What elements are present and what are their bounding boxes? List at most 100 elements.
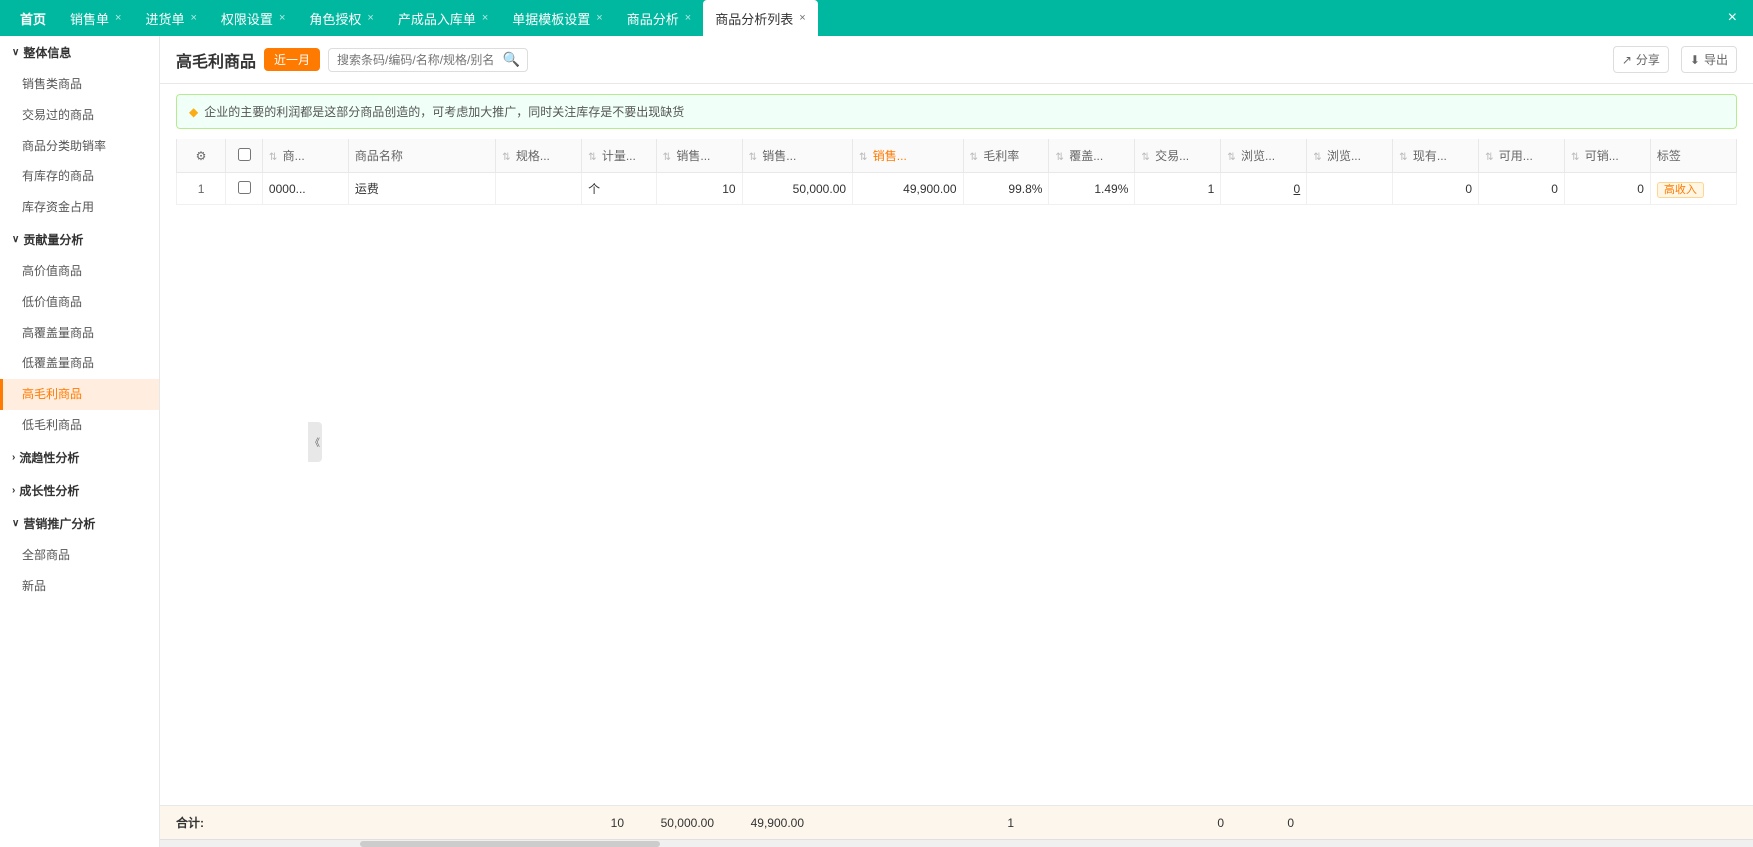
search-input[interactable] [328,48,528,72]
sidebar-section-marketing[interactable]: ∨ 营销推广分析 [0,507,159,540]
alert-banner: ◆ 企业的主要的利润都是这部分商品创造的，可考虑加大推广，同时关注库存是不要出现… [176,94,1737,129]
sidebar-section-overall[interactable]: ∨ 整体信息 [0,36,159,69]
table-wrapper: ⚙ ⇅ 商... 商品名称 ⇅ [160,139,1753,805]
cell-views1[interactable]: 0 [1221,173,1307,205]
col-settings[interactable]: ⚙ [177,139,226,173]
nav-item-sales[interactable]: 销售单 × [58,0,133,36]
horizontal-scrollbar[interactable] [160,839,1753,847]
share-icon: ↗ [1622,53,1632,67]
nav-item-purchase[interactable]: 进货单 × [133,0,208,36]
nav-close-permission[interactable]: × [279,12,285,24]
main-layout: ∨ 整体信息 销售类商品 交易过的商品 商品分类助销率 有库存的商品 库存资金占… [0,36,1753,847]
sidebar-collapse-button[interactable]: 《 [308,422,322,462]
sort-icon-transactions: ⇅ [1141,152,1149,163]
arrow-marketing: ∨ [12,518,19,529]
sidebar-item-sales-goods[interactable]: 销售类商品 [0,69,159,100]
nav-close-purchase[interactable]: × [190,12,196,24]
select-all-checkbox[interactable] [238,148,251,161]
footer-sales-amount: 50,000.00 [636,816,726,830]
cell-coverage: 1.49% [1049,173,1135,205]
col-stock-saleable[interactable]: ⇅ 可销... [1564,139,1650,173]
nav-item-template[interactable]: 单据模板设置 × [500,0,614,36]
sidebar-item-high-coverage[interactable]: 高覆盖量商品 [0,318,159,349]
sort-icon-stock-current: ⇅ [1399,152,1407,163]
data-table: ⚙ ⇅ 商... 商品名称 ⇅ [176,139,1737,205]
nav-item-home[interactable]: 首页 [8,0,58,36]
cell-tag: 高收入 [1650,173,1736,205]
sidebar-item-all-goods[interactable]: 全部商品 [0,540,159,571]
col-views1[interactable]: ⇅ 浏览... [1221,139,1307,173]
sidebar-item-low-value[interactable]: 低价值商品 [0,287,159,318]
arrow-overall: ∨ [12,47,19,58]
search-icon[interactable]: 🔍 [503,51,520,68]
sort-icon-coverage: ⇅ [1055,152,1063,163]
nav-close-role[interactable]: × [367,12,373,24]
cell-index: 1 [177,173,226,205]
sidebar-item-high-value[interactable]: 高价值商品 [0,256,159,287]
nav-item-production[interactable]: 产成品入库单 × [386,0,500,36]
col-spec[interactable]: ⇅ 规格... [496,139,582,173]
cell-sales-amount: 50,000.00 [742,173,852,205]
nav-close-production[interactable]: × [482,12,488,24]
sort-icon-stock-saleable: ⇅ [1571,152,1579,163]
nav-close-template[interactable]: × [596,12,602,24]
sort-icon-unit: ⇅ [588,152,596,163]
sidebar-item-stocked-goods[interactable]: 有库存的商品 [0,161,159,192]
sidebar-item-low-margin[interactable]: 低毛利商品 [0,410,159,441]
sidebar-section-trend[interactable]: › 流趋性分析 [0,441,159,474]
col-stock-available[interactable]: ⇅ 可用... [1479,139,1565,173]
scrollbar-thumb[interactable] [360,841,660,847]
nav-item-analysis-list[interactable]: 商品分析列表 × [703,0,817,36]
nav-close-analysis-list[interactable]: × [799,12,805,24]
sidebar-item-stock-capital[interactable]: 库存资金占用 [0,192,159,223]
cell-sales-qty: 10 [656,173,742,205]
sidebar-item-traded-goods[interactable]: 交易过的商品 [0,100,159,131]
export-button[interactable]: ⬇ 导出 [1681,46,1737,73]
sort-icon-views1: ⇅ [1227,152,1235,163]
sidebar-section-growth[interactable]: › 成长性分析 [0,474,159,507]
sort-icon-sales-qty: ⇅ [663,152,671,163]
settings-icon[interactable]: ⚙ [196,149,207,163]
sort-icon-code: ⇅ [269,152,277,163]
cell-unit: 个 [582,173,657,205]
nav-item-permission[interactable]: 权限设置 × [209,0,297,36]
cell-gross-margin: 99.8% [963,173,1049,205]
share-button[interactable]: ↗ 分享 [1613,46,1669,73]
nav-item-analysis[interactable]: 商品分析 × [615,0,703,36]
col-transactions[interactable]: ⇅ 交易... [1135,139,1221,173]
cell-name: 运费 [348,173,495,205]
sidebar-item-high-margin[interactable]: 高毛利商品 [0,379,159,410]
nav-close-analysis[interactable]: × [685,12,691,24]
cell-spec [496,173,582,205]
arrow-contribution: ∨ [12,234,19,245]
col-views2[interactable]: ⇅ 浏览... [1307,139,1393,173]
col-unit[interactable]: ⇅ 计量... [582,139,657,173]
sidebar: ∨ 整体信息 销售类商品 交易过的商品 商品分类助销率 有库存的商品 库存资金占… [0,36,160,847]
col-sales-qty[interactable]: ⇅ 销售... [656,139,742,173]
footer-sales-qty: 10 [356,816,636,830]
col-coverage[interactable]: ⇅ 覆盖... [1049,139,1135,173]
sidebar-item-category-sales-rate[interactable]: 商品分类助销率 [0,131,159,162]
cell-stock-saleable: 0 [1564,173,1650,205]
col-sales-amount[interactable]: ⇅ 销售... [742,139,852,173]
sort-icon-spec: ⇅ [502,152,510,163]
cell-stock-available: 0 [1479,173,1565,205]
row-checkbox[interactable] [238,181,251,194]
nav-close-sales[interactable]: × [115,12,121,24]
sidebar-item-low-coverage[interactable]: 低覆盖量商品 [0,348,159,379]
col-stock-current[interactable]: ⇅ 现有... [1393,139,1479,173]
footer-sales-cost: 49,900.00 [726,816,816,830]
cell-transactions: 1 [1135,173,1221,205]
sort-icon-stock-available: ⇅ [1485,152,1493,163]
col-code[interactable]: ⇅ 商... [262,139,348,173]
col-gross-margin[interactable]: ⇅ 毛利率 [963,139,1049,173]
nav-close-all[interactable]: × [1720,9,1745,27]
time-filter-button[interactable]: 近一月 [264,48,320,71]
top-navigation: 首页 销售单 × 进货单 × 权限设置 × 角色授权 × 产成品入库单 × 单据… [0,0,1753,36]
sidebar-item-new-goods[interactable]: 新品 [0,571,159,602]
footer-stock-available: 0 [1236,816,1306,830]
col-sales-cost[interactable]: ⇅ 销售... [853,139,963,173]
nav-item-role[interactable]: 角色授权 × [297,0,385,36]
sidebar-section-contribution[interactable]: ∨ 贡献量分析 [0,223,159,256]
content-area: 《 高毛利商品 近一月 🔍 ↗ 分享 ⬇ 导出 ◆ [160,36,1753,847]
